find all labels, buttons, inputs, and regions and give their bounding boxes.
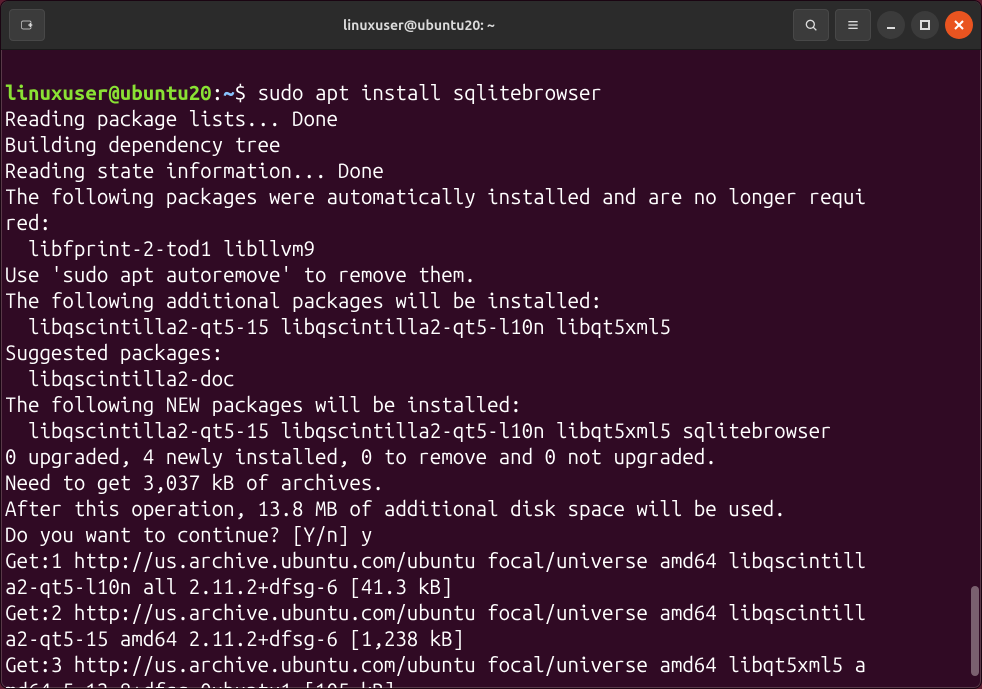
terminal-window: linuxuser@ubuntu20: ~ linuxuser@ubuntu20… xyxy=(0,0,982,689)
close-button[interactable] xyxy=(945,11,973,39)
terminal-output-line: Reading package lists... Done xyxy=(5,107,338,130)
terminal-output-line: 0 upgraded, 4 newly installed, 0 to remo… xyxy=(5,445,717,468)
terminal-output-line: libfprint-2-tod1 libllvm9 xyxy=(5,237,315,260)
terminal-output-line: red: xyxy=(5,211,51,234)
terminal-output-line: libqscintilla2-qt5-15 libqscintilla2-qt5… xyxy=(5,315,671,338)
terminal-output-line: Building dependency tree xyxy=(5,133,281,156)
prompt-symbol: $ xyxy=(235,81,258,104)
terminal-output-line: The following packages were automaticall… xyxy=(5,185,866,208)
terminal-output-line: After this operation, 13.8 MB of additio… xyxy=(5,497,786,520)
terminal-output-line: md64 5.12.8+dfsg-0ubuntu1 [105 kB] xyxy=(5,679,395,688)
prompt-colon: : xyxy=(212,81,223,104)
menu-button[interactable] xyxy=(835,9,871,41)
maximize-button[interactable] xyxy=(911,11,939,39)
window-title: linuxuser@ubuntu20: ~ xyxy=(53,17,785,33)
terminal-output-line: The following NEW packages will be insta… xyxy=(5,393,522,416)
search-button[interactable] xyxy=(793,9,829,41)
new-tab-button[interactable] xyxy=(9,9,45,41)
terminal-output-line: Get:1 http://us.archive.ubuntu.com/ubunt… xyxy=(5,549,866,572)
terminal-output-line: Get:2 http://us.archive.ubuntu.com/ubunt… xyxy=(5,601,866,624)
terminal-output-line: Use 'sudo apt autoremove' to remove them… xyxy=(5,263,476,286)
prompt-user-host: linuxuser@ubuntu20 xyxy=(5,81,212,104)
scrollbar[interactable] xyxy=(971,53,979,680)
terminal-output-line: Do you want to continue? [Y/n] y xyxy=(5,523,372,546)
terminal-output-line: The following additional packages will b… xyxy=(5,289,602,312)
terminal-output-line: Need to get 3,037 kB of archives. xyxy=(5,471,384,494)
terminal-output-line: libqscintilla2-doc xyxy=(5,367,235,390)
titlebar-right-controls xyxy=(793,9,973,41)
terminal-output-line: Reading state information... Done xyxy=(5,159,384,182)
prompt-path: ~ xyxy=(223,81,234,104)
terminal-output-line: libqscintilla2-qt5-15 libqscintilla2-qt5… xyxy=(5,419,832,442)
minimize-button[interactable] xyxy=(877,11,905,39)
prompt-command: sudo apt install sqlitebrowser xyxy=(258,81,602,104)
titlebar: linuxuser@ubuntu20: ~ xyxy=(1,1,981,50)
terminal-output-line: Get:3 http://us.archive.ubuntu.com/ubunt… xyxy=(5,653,866,676)
terminal-output-line: Suggested packages: xyxy=(5,341,223,364)
terminal-output-line: a2-qt5-15 amd64 2.11.2+dfsg-6 [1,238 kB] xyxy=(5,627,464,650)
prompt-line: linuxuser@ubuntu20:~$ sudo apt install s… xyxy=(5,81,602,104)
scrollbar-thumb[interactable] xyxy=(971,586,979,676)
terminal-output-line: a2-qt5-l10n all 2.11.2+dfsg-6 [41.3 kB] xyxy=(5,575,453,598)
terminal-body[interactable]: linuxuser@ubuntu20:~$ sudo apt install s… xyxy=(1,50,981,688)
